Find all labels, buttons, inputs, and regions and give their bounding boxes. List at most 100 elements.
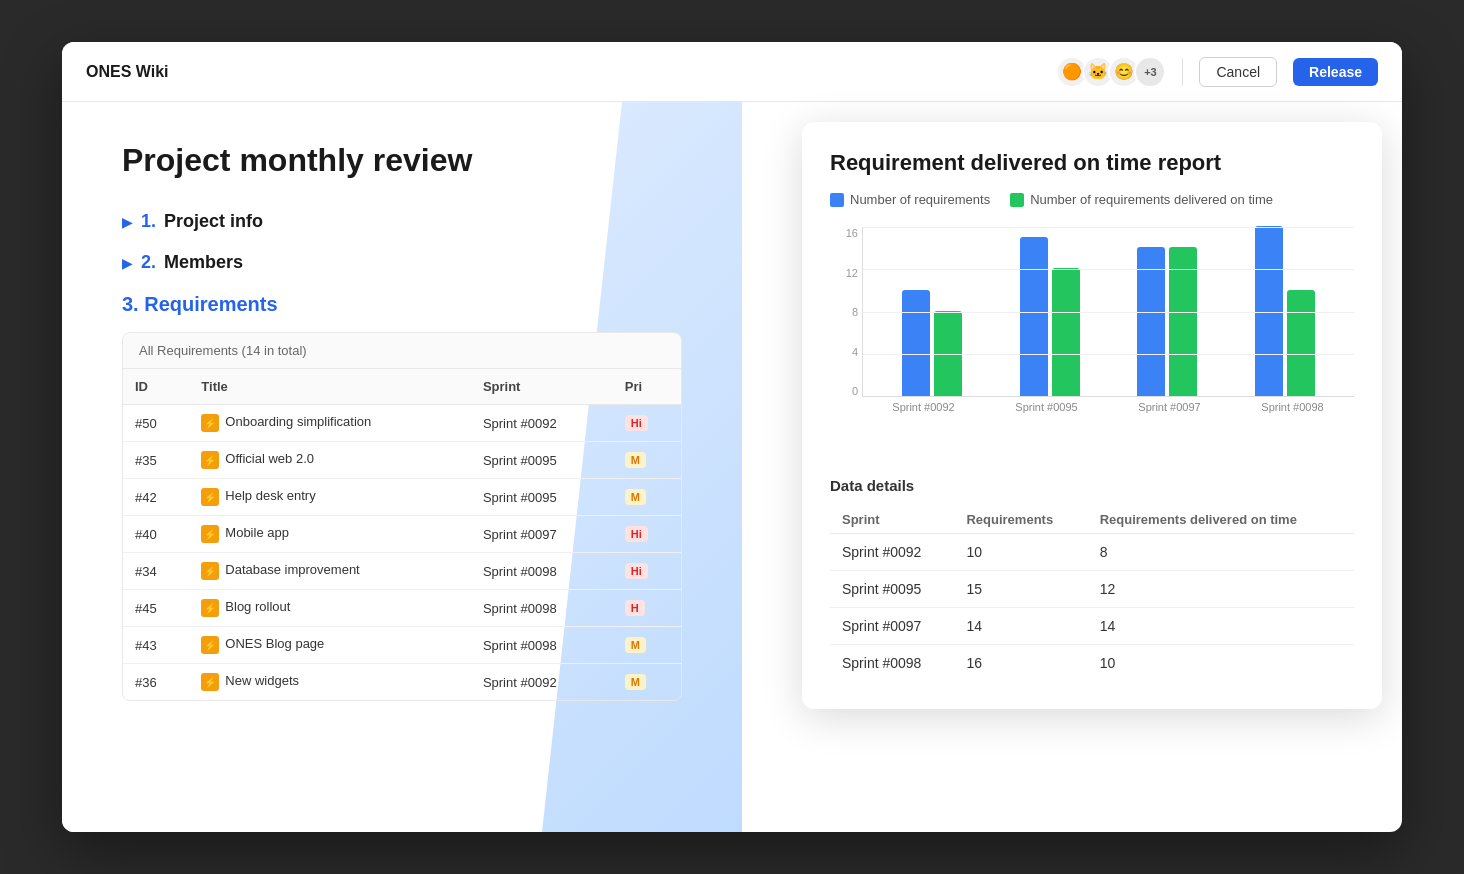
report-panel: Requirement delivered on time report Num… [802, 122, 1382, 709]
data-table-row: Sprint #0092 10 8 [830, 534, 1354, 571]
req-icon: ⚡ [201, 673, 219, 691]
row-id: #40 [123, 516, 189, 553]
page-title: Project monthly review [122, 142, 682, 179]
req-icon: ⚡ [201, 525, 219, 543]
outline-item-1[interactable]: ▶ 1. Project info [122, 211, 682, 232]
data-row-delivered: 8 [1088, 534, 1354, 571]
y-label-0: 0 [830, 385, 858, 397]
data-table-row: Sprint #0098 16 10 [830, 645, 1354, 682]
data-row-sprint: Sprint #0092 [830, 534, 954, 571]
col-sprint: Sprint [471, 369, 613, 405]
app-window: ONES Wiki 🟠 🐱 😊 +3 Cancel Release Projec… [62, 42, 1402, 832]
y-label-16: 16 [830, 227, 858, 239]
bar-group [873, 290, 991, 396]
cancel-button[interactable]: Cancel [1199, 57, 1277, 87]
x-label: Sprint #0095 [985, 401, 1108, 413]
legend-dot-blue [830, 193, 844, 207]
row-sprint: Sprint #0098 [471, 627, 613, 664]
header-right: 🟠 🐱 😊 +3 Cancel Release [1062, 56, 1378, 88]
requirements-table: ID Title Sprint Pri #50 ⚡Onboarding simp… [123, 369, 681, 700]
row-sprint: Sprint #0098 [471, 590, 613, 627]
row-sprint: Sprint #0092 [471, 664, 613, 701]
outline-arrow-1: ▶ [122, 214, 133, 230]
row-priority: Hi [613, 516, 681, 553]
bar-blue [1020, 237, 1048, 396]
priority-badge: H [625, 600, 645, 616]
row-priority: Hi [613, 405, 681, 442]
header-divider [1182, 58, 1183, 86]
data-col-req: Requirements [954, 506, 1087, 534]
outline-label-1: Project info [164, 211, 263, 232]
row-id: #43 [123, 627, 189, 664]
outline-number-2: 2. [141, 252, 156, 273]
table-row: #45 ⚡Blog rollout Sprint #0098 H [123, 590, 681, 627]
data-row-req: 16 [954, 645, 1087, 682]
data-row-req: 14 [954, 608, 1087, 645]
req-icon: ⚡ [201, 451, 219, 469]
app-logo: ONES Wiki [86, 63, 169, 81]
row-title: ⚡Onboarding simplification [189, 405, 471, 442]
row-id: #36 [123, 664, 189, 701]
x-label: Sprint #0092 [862, 401, 985, 413]
table-row: #50 ⚡Onboarding simplification Sprint #0… [123, 405, 681, 442]
data-details-title: Data details [830, 477, 1354, 494]
data-col-sprint: Sprint [830, 506, 954, 534]
table-row: #43 ⚡ONES Blog page Sprint #0098 M [123, 627, 681, 664]
row-sprint: Sprint #0095 [471, 479, 613, 516]
legend-label-green: Number of requirements delivered on time [1030, 192, 1273, 207]
app-header: ONES Wiki 🟠 🐱 😊 +3 Cancel Release [62, 42, 1402, 102]
table-row: #34 ⚡Database improvement Sprint #0098 H… [123, 553, 681, 590]
chart-legend: Number of requirements Number of require… [830, 192, 1354, 207]
wiki-page: Project monthly review ▶ 1. Project info… [62, 102, 742, 832]
data-row-sprint: Sprint #0097 [830, 608, 954, 645]
requirements-table-title: All Requirements (14 in total) [123, 333, 681, 369]
y-label-12: 12 [830, 267, 858, 279]
data-row-req: 15 [954, 571, 1087, 608]
priority-badge: M [625, 637, 646, 653]
priority-badge: Hi [625, 563, 648, 579]
data-col-delivered: Requirements delivered on time [1088, 506, 1354, 534]
row-sprint: Sprint #0098 [471, 553, 613, 590]
row-title: ⚡Official web 2.0 [189, 442, 471, 479]
table-row: #35 ⚡Official web 2.0 Sprint #0095 M [123, 442, 681, 479]
row-priority: H [613, 590, 681, 627]
col-priority: Pri [613, 369, 681, 405]
data-row-delivered: 10 [1088, 645, 1354, 682]
avatar-group: 🟠 🐱 😊 +3 [1062, 56, 1166, 88]
priority-badge: M [625, 674, 646, 690]
row-title: ⚡Help desk entry [189, 479, 471, 516]
table-row: #36 ⚡New widgets Sprint #0092 M [123, 664, 681, 701]
row-id: #45 [123, 590, 189, 627]
chart-area: 0 4 8 12 16 [830, 227, 1354, 427]
row-title: ⚡ONES Blog page [189, 627, 471, 664]
row-priority: M [613, 442, 681, 479]
data-row-sprint: Sprint #0095 [830, 571, 954, 608]
data-row-delivered: 12 [1088, 571, 1354, 608]
priority-badge: Hi [625, 415, 648, 431]
row-priority: M [613, 627, 681, 664]
row-id: #50 [123, 405, 189, 442]
data-table-row: Sprint #0097 14 14 [830, 608, 1354, 645]
row-title: ⚡Blog rollout [189, 590, 471, 627]
row-title: ⚡Database improvement [189, 553, 471, 590]
col-title: Title [189, 369, 471, 405]
data-row-req: 10 [954, 534, 1087, 571]
row-sprint: Sprint #0092 [471, 405, 613, 442]
req-icon: ⚡ [201, 599, 219, 617]
table-row: #42 ⚡Help desk entry Sprint #0095 M [123, 479, 681, 516]
req-icon: ⚡ [201, 414, 219, 432]
app-body: Project monthly review ▶ 1. Project info… [62, 102, 1402, 832]
row-priority: Hi [613, 553, 681, 590]
priority-badge: M [625, 452, 646, 468]
y-label-8: 8 [830, 306, 858, 318]
bar-group [991, 237, 1109, 396]
row-sprint: Sprint #0097 [471, 516, 613, 553]
legend-dot-green [1010, 193, 1024, 207]
row-id: #34 [123, 553, 189, 590]
outline-item-2[interactable]: ▶ 2. Members [122, 252, 682, 273]
data-table-row: Sprint #0095 15 12 [830, 571, 1354, 608]
release-button[interactable]: Release [1293, 58, 1378, 86]
bar-green [1052, 268, 1080, 396]
requirements-table-container: All Requirements (14 in total) ID Title … [122, 332, 682, 701]
requirements-section: 3. Requirements All Requirements (14 in … [122, 293, 682, 701]
